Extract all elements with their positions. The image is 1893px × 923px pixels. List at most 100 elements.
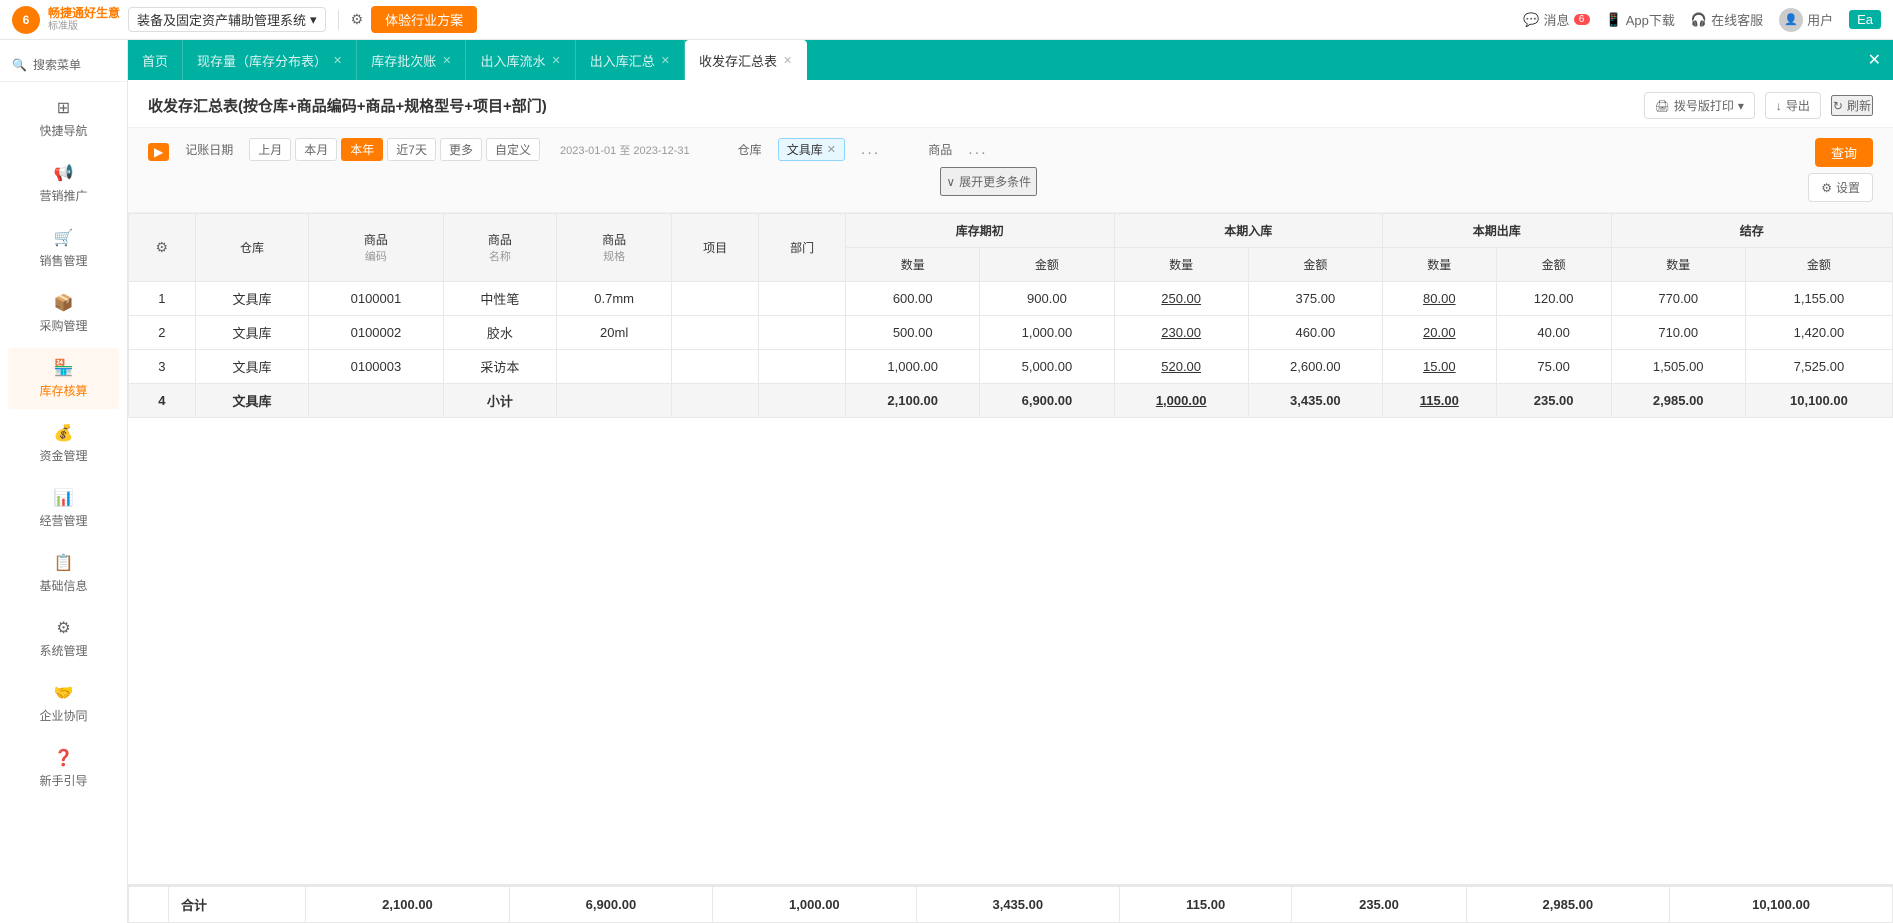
cell-close-qty: 770.00: [1611, 282, 1745, 316]
tab-stock-flow[interactable]: 出入库流水 ✕: [466, 40, 575, 80]
filter-expand-arrow[interactable]: ▶: [148, 138, 169, 166]
message-item[interactable]: 💬 消息 6: [1523, 10, 1589, 29]
cell-close-amt: 1,420.00: [1745, 316, 1892, 350]
sidebar-item-operations[interactable]: 📊 经营管理: [8, 478, 119, 539]
table-row: 1文具库0100001中性笔0.7mm600.00900.00250.00375…: [129, 282, 1893, 316]
sidebar-item-enterprise[interactable]: 🤝 企业协同: [8, 673, 119, 734]
tab-home-label: 首页: [142, 51, 168, 70]
footer-opening-amt: 6,900.00: [509, 887, 712, 923]
sidebar-item-purchase[interactable]: 📦 采购管理: [8, 283, 119, 344]
date-btn-custom[interactable]: 自定义: [486, 138, 540, 161]
online-service-label: 在线客服: [1711, 10, 1763, 29]
avatar: 👤: [1779, 8, 1803, 32]
th-warehouse: 仓库: [195, 214, 309, 282]
date-btn-7days[interactable]: 近7天: [387, 138, 436, 161]
cell-seq: 4: [129, 384, 196, 418]
cell-goods-code: 0100003: [309, 350, 443, 384]
table-settings-icon[interactable]: ⚙: [156, 239, 169, 255]
operations-icon: 📊: [54, 488, 74, 508]
refresh-button[interactable]: ↻ 刷新: [1831, 95, 1873, 116]
cell-goods-name: 中性笔: [443, 282, 557, 316]
sidebar-item-quick-nav[interactable]: ⊞ 快捷导航: [8, 88, 119, 149]
sidebar-label-guide: 新手引导: [39, 772, 87, 789]
sidebar-label-enterprise: 企业协同: [39, 707, 87, 724]
sidebar-search[interactable]: 🔍 搜索菜单: [0, 48, 127, 82]
th-close-amt: 金额: [1745, 248, 1892, 282]
footer-label: 合计: [169, 887, 306, 923]
cell-out-qty[interactable]: 15.00: [1382, 350, 1496, 384]
tab-stock-summary[interactable]: 出入库汇总 ✕: [576, 40, 685, 80]
query-button[interactable]: 查询: [1815, 138, 1873, 167]
search-label: 搜索菜单: [33, 56, 81, 73]
setting-button[interactable]: ⚙ 设置: [1808, 173, 1873, 202]
main-layout: 🔍 搜索菜单 ⊞ 快捷导航 📢 营销推广 🛒 销售管理 📦 采购管理 🏪: [0, 40, 1893, 923]
sales-icon: 🛒: [54, 228, 74, 248]
cell-opening-qty: 2,100.00: [846, 384, 980, 418]
cell-in-qty[interactable]: 230.00: [1114, 316, 1248, 350]
sidebar-item-basic[interactable]: 📋 基础信息: [8, 543, 119, 604]
cell-in-qty[interactable]: 520.00: [1114, 350, 1248, 384]
footer-close-qty: 2,985.00: [1466, 887, 1669, 923]
date-btn-more[interactable]: 更多: [440, 138, 482, 161]
cell-goods-spec: 0.7mm: [557, 282, 672, 316]
date-btn-this-year[interactable]: 本年: [341, 138, 383, 161]
tab-stock-dist-close[interactable]: ✕: [333, 54, 342, 67]
filter-arrow-icon[interactable]: ▶: [148, 143, 169, 161]
cell-in-qty[interactable]: 250.00: [1114, 282, 1248, 316]
cell-close-amt: 10,100.00: [1745, 384, 1892, 418]
cell-project: [672, 350, 759, 384]
gear-icon[interactable]: ⚙: [351, 11, 364, 28]
sidebar-label-operations: 经营管理: [39, 512, 87, 529]
tab-stock-summary-close[interactable]: ✕: [661, 54, 670, 67]
filter-action-buttons: 查询 ⚙ 设置: [1808, 138, 1873, 202]
sidebar-item-marketing[interactable]: 📢 营销推广: [8, 153, 119, 214]
search-icon: 🔍: [12, 58, 27, 72]
online-service-item[interactable]: 🎧 在线客服: [1691, 10, 1763, 29]
tab-home[interactable]: 首页: [128, 40, 183, 80]
th-settings[interactable]: ⚙: [129, 214, 196, 282]
cell-in-amt: 460.00: [1248, 316, 1382, 350]
cell-in-qty[interactable]: 1,000.00: [1114, 384, 1248, 418]
sidebar-label-purchase: 采购管理: [39, 317, 87, 334]
cell-department: [759, 384, 846, 418]
cell-goods-spec: [557, 384, 672, 418]
sidebar-item-system[interactable]: ⚙ 系统管理: [8, 608, 119, 669]
expand-more-button[interactable]: ∨ 展开更多条件: [940, 167, 1037, 196]
sidebar-item-guide[interactable]: ❓ 新手引导: [8, 738, 119, 799]
tab-batch-account[interactable]: 库存批次账 ✕: [357, 40, 466, 80]
cell-out-qty[interactable]: 20.00: [1382, 316, 1496, 350]
tab-stock-flow-label: 出入库流水: [480, 51, 545, 70]
tab-bar-close-btn[interactable]: ✕: [1856, 50, 1893, 70]
th-goods-spec: 商品规格: [557, 214, 672, 282]
top-bar-right: 💬 消息 6 📱 App下载 🎧 在线客服 👤 用户 Ea: [1523, 8, 1881, 32]
marketing-icon: 📢: [54, 163, 74, 183]
tab-recv-send[interactable]: 收发存汇总表 ✕: [685, 40, 807, 80]
experience-button[interactable]: 体验行业方案: [371, 6, 477, 33]
sidebar-label-system: 系统管理: [39, 642, 87, 659]
system-title-dropdown[interactable]: 装备及固定资产辅助管理系统 ▾: [128, 7, 326, 32]
th-in-qty: 数量: [1114, 248, 1248, 282]
cell-out-qty[interactable]: 80.00: [1382, 282, 1496, 316]
tab-stock-flow-close[interactable]: ✕: [552, 54, 561, 67]
sidebar-item-finance[interactable]: 💰 资金管理: [8, 413, 119, 474]
date-btn-last-month[interactable]: 上月: [249, 138, 291, 161]
page-title: 收发存汇总表(按仓库+商品编码+商品+规格型号+项目+部门): [148, 95, 547, 116]
tab-batch-account-close[interactable]: ✕: [442, 54, 451, 67]
phone-icon: 📱: [1606, 12, 1622, 28]
user-item[interactable]: 👤 用户: [1779, 8, 1833, 32]
export-button[interactable]: ↓ 导出: [1765, 92, 1821, 119]
warehouse-tag-remove[interactable]: ✕: [827, 143, 836, 156]
sidebar-label-finance: 资金管理: [39, 447, 87, 464]
ea-badge: Ea: [1849, 10, 1881, 29]
warehouse-dots[interactable]: ...: [861, 141, 880, 159]
tab-stock-dist[interactable]: 现存量（库存分布表） ✕: [183, 40, 357, 80]
sidebar-item-sales[interactable]: 🛒 销售管理: [8, 218, 119, 279]
tab-recv-send-close[interactable]: ✕: [783, 54, 792, 67]
goods-dots[interactable]: ...: [968, 141, 987, 159]
app-download-item[interactable]: 📱 App下载: [1606, 10, 1675, 29]
date-btn-this-month[interactable]: 本月: [295, 138, 337, 161]
cell-out-qty[interactable]: 115.00: [1382, 384, 1496, 418]
sidebar-label-sales: 销售管理: [39, 252, 87, 269]
print-button[interactable]: 🖨 拨号版打印 ▾: [1644, 92, 1755, 119]
sidebar-item-inventory[interactable]: 🏪 库存核算: [8, 348, 119, 409]
